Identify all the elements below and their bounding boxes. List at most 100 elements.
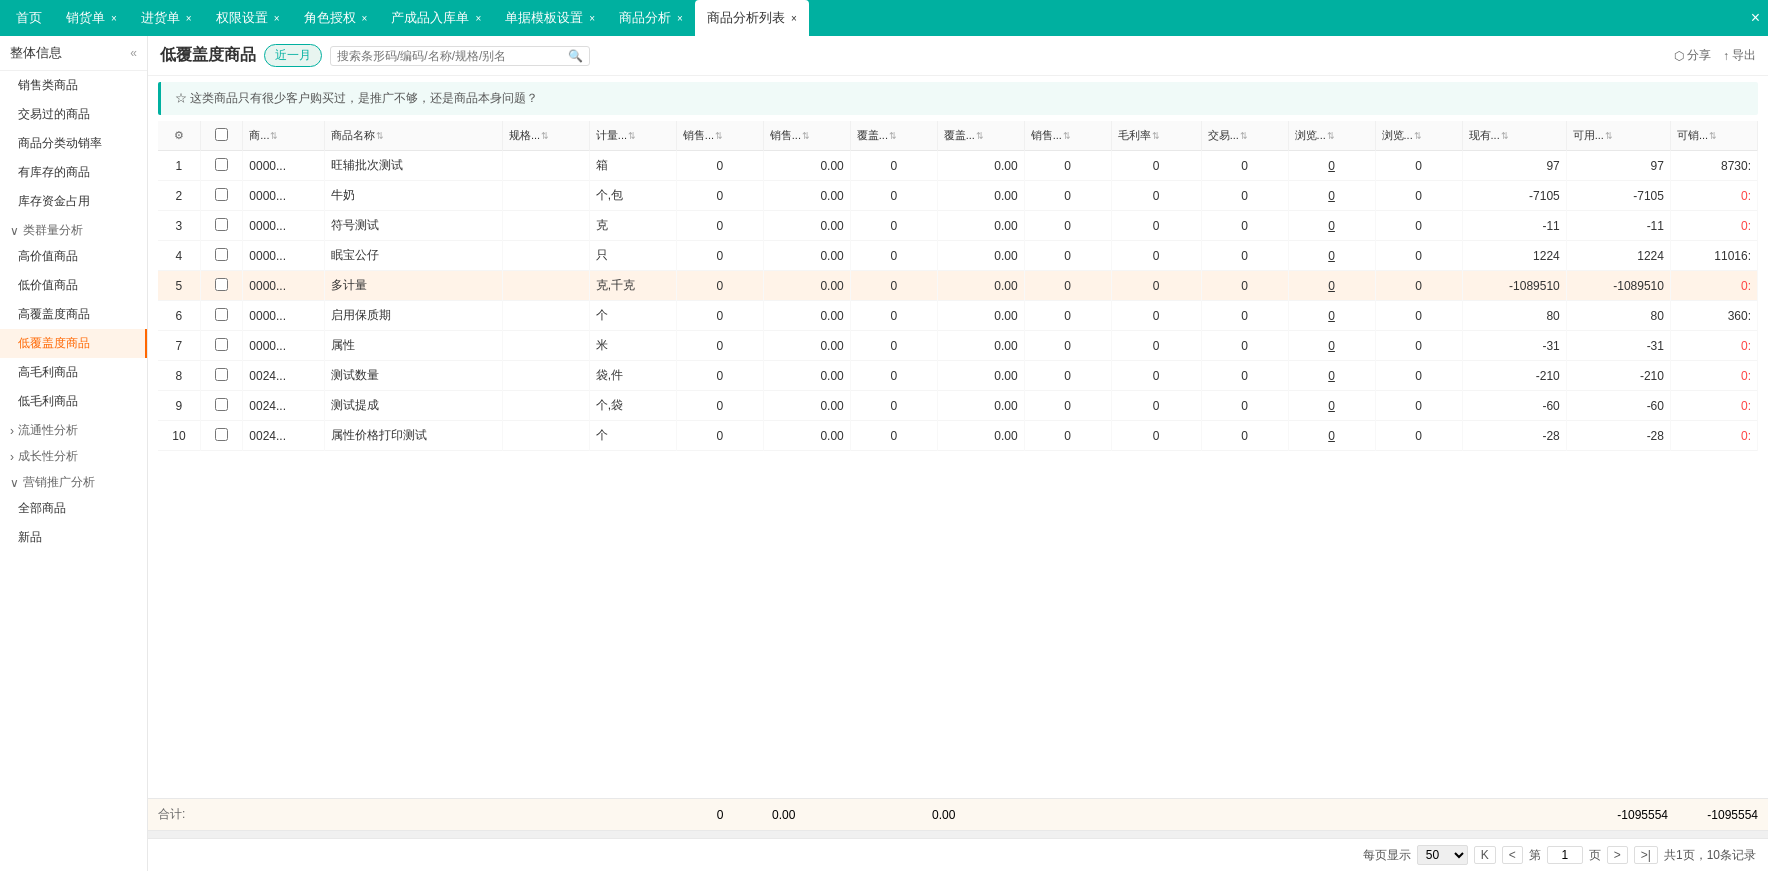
export-btn[interactable]: ↑ 导出 [1723,47,1756,64]
close-tab-product-analysis-list[interactable]: × [791,13,797,24]
row-name[interactable]: 旺辅批次测试 [324,151,502,181]
row-name[interactable]: 属性 [324,331,502,361]
row-browse1[interactable]: 0 [1288,151,1375,181]
sidebar-group-marketing-analysis[interactable]: ∨ 营销推广分析 [0,468,147,494]
sidebar-item-sales-products[interactable]: 销售类商品 [0,71,147,100]
row-checkbox[interactable] [200,361,243,391]
row-checkbox[interactable] [200,211,243,241]
col-transaction[interactable]: 交易...⇅ [1201,121,1288,151]
close-tab-sales-order[interactable]: × [111,13,117,24]
row-name[interactable]: 牛奶 [324,181,502,211]
col-code[interactable]: 商...⇅ [243,121,324,151]
tab-home[interactable]: 首页 [4,0,54,36]
sidebar-item-in-stock-products[interactable]: 有库存的商品 [0,158,147,187]
sidebar-group-flow-analysis[interactable]: › 流通性分析 [0,416,147,442]
close-tab-template-settings[interactable]: × [589,13,595,24]
col-current-qty[interactable]: 现有...⇅ [1462,121,1566,151]
sidebar-item-category-sales-rate[interactable]: 商品分类动销率 [0,129,147,158]
row-browse1[interactable]: 0 [1288,301,1375,331]
col-sales-amt[interactable]: 销售...⇅ [763,121,850,151]
tab-inbound[interactable]: 产成品入库单 × [379,0,493,36]
row-checkbox[interactable] [200,181,243,211]
row-name[interactable]: 符号测试 [324,211,502,241]
horizontal-scrollbar[interactable] [148,830,1768,838]
row-browse1[interactable]: 0 [1288,181,1375,211]
prev-page-btn[interactable]: < [1502,846,1523,864]
search-icon[interactable]: 🔍 [568,49,583,63]
select-all-checkbox[interactable] [215,128,228,141]
tab-purchase-order[interactable]: 进货单 × [129,0,204,36]
row-browse1[interactable]: 0 [1288,331,1375,361]
row-checkbox[interactable] [200,391,243,421]
tab-template-settings[interactable]: 单据模板设置 × [493,0,607,36]
tab-product-analysis[interactable]: 商品分析 × [607,0,695,36]
row-browse1[interactable]: 0 [1288,211,1375,241]
col-gross-margin[interactable]: 毛利率⇅ [1111,121,1201,151]
row-name[interactable]: 启用保质期 [324,301,502,331]
sidebar-item-new-products[interactable]: 新品 [0,523,147,552]
row-checkbox[interactable] [200,301,243,331]
col-coverage1[interactable]: 覆盖...⇅ [850,121,937,151]
next-page-btn[interactable]: > [1607,846,1628,864]
sidebar-item-traded-products[interactable]: 交易过的商品 [0,100,147,129]
sidebar-item-all-products[interactable]: 全部商品 [0,494,147,523]
col-browse2[interactable]: 浏览...⇅ [1375,121,1462,151]
table-row: 3 0000... 符号测试 克 0 0.00 0 0.00 0 0 0 0 0… [158,211,1758,241]
close-tab-purchase-order[interactable]: × [186,13,192,24]
sidebar-header[interactable]: 整体信息 « [0,36,147,71]
row-checkbox[interactable] [200,151,243,181]
last-page-btn[interactable]: >| [1634,846,1658,864]
page-size-select[interactable]: 50 20 100 [1417,845,1468,865]
row-browse1[interactable]: 0 [1288,421,1375,451]
filter-period-btn[interactable]: 近一月 [264,44,322,67]
row-checkbox[interactable] [200,331,243,361]
row-name[interactable]: 属性价格打印测试 [324,421,502,451]
col-available-qty[interactable]: 可用...⇅ [1566,121,1670,151]
sidebar-item-inventory-capital[interactable]: 库存资金占用 [0,187,147,216]
close-tab-roles[interactable]: × [362,13,368,24]
sidebar-group-growth-analysis[interactable]: › 成长性分析 [0,442,147,468]
row-browse1[interactable]: 0 [1288,241,1375,271]
row-name[interactable]: 眠宝公仔 [324,241,502,271]
sidebar-item-high-coverage[interactable]: 高覆盖度商品 [0,300,147,329]
settings-column-header[interactable]: ⚙ [158,121,200,151]
row-name[interactable]: 多计量 [324,271,502,301]
col-saleable[interactable]: 可销...⇅ [1670,121,1757,151]
close-all-tabs[interactable]: × [1751,9,1760,27]
row-cov1: 0 [850,271,937,301]
page-number-input[interactable] [1547,846,1583,864]
row-checkbox[interactable] [200,421,243,451]
col-spec[interactable]: 规格...⇅ [502,121,589,151]
col-sales-rate[interactable]: 销售...⇅ [1024,121,1111,151]
col-name[interactable]: 商品名称⇅ [324,121,502,151]
close-tab-product-analysis[interactable]: × [677,13,683,24]
first-page-btn[interactable]: K [1474,846,1496,864]
sidebar-item-low-value[interactable]: 低价值商品 [0,271,147,300]
row-browse1[interactable]: 0 [1288,361,1375,391]
sidebar-item-high-margin[interactable]: 高毛利商品 [0,358,147,387]
sidebar-group-category-analysis[interactable]: ∨ 类群量分析 [0,216,147,242]
col-coverage2[interactable]: 覆盖...⇅ [937,121,1024,151]
row-checkbox[interactable] [200,241,243,271]
row-name[interactable]: 测试提成 [324,391,502,421]
collapse-sidebar-btn[interactable]: « [130,46,137,60]
col-unit[interactable]: 计量...⇅ [589,121,676,151]
sidebar-item-low-coverage[interactable]: 低覆盖度商品 [0,329,147,358]
sidebar-item-high-value[interactable]: 高价值商品 [0,242,147,271]
col-sales-qty[interactable]: 销售...⇅ [676,121,763,151]
close-tab-permissions[interactable]: × [274,13,280,24]
tab-permissions[interactable]: 权限设置 × [204,0,292,36]
col-browse1[interactable]: 浏览...⇅ [1288,121,1375,151]
row-available-qty: -1089510 [1566,271,1670,301]
tab-roles[interactable]: 角色授权 × [292,0,380,36]
search-input[interactable] [337,49,564,63]
close-tab-inbound[interactable]: × [475,13,481,24]
row-name[interactable]: 测试数量 [324,361,502,391]
row-browse1[interactable]: 0 [1288,391,1375,421]
row-browse1[interactable]: 0 [1288,271,1375,301]
tab-sales-order[interactable]: 销货单 × [54,0,129,36]
tab-product-analysis-list[interactable]: 商品分析列表 × [695,0,809,36]
row-checkbox[interactable] [200,271,243,301]
sidebar-item-low-margin[interactable]: 低毛利商品 [0,387,147,416]
share-btn[interactable]: ⬡ 分享 [1674,47,1711,64]
